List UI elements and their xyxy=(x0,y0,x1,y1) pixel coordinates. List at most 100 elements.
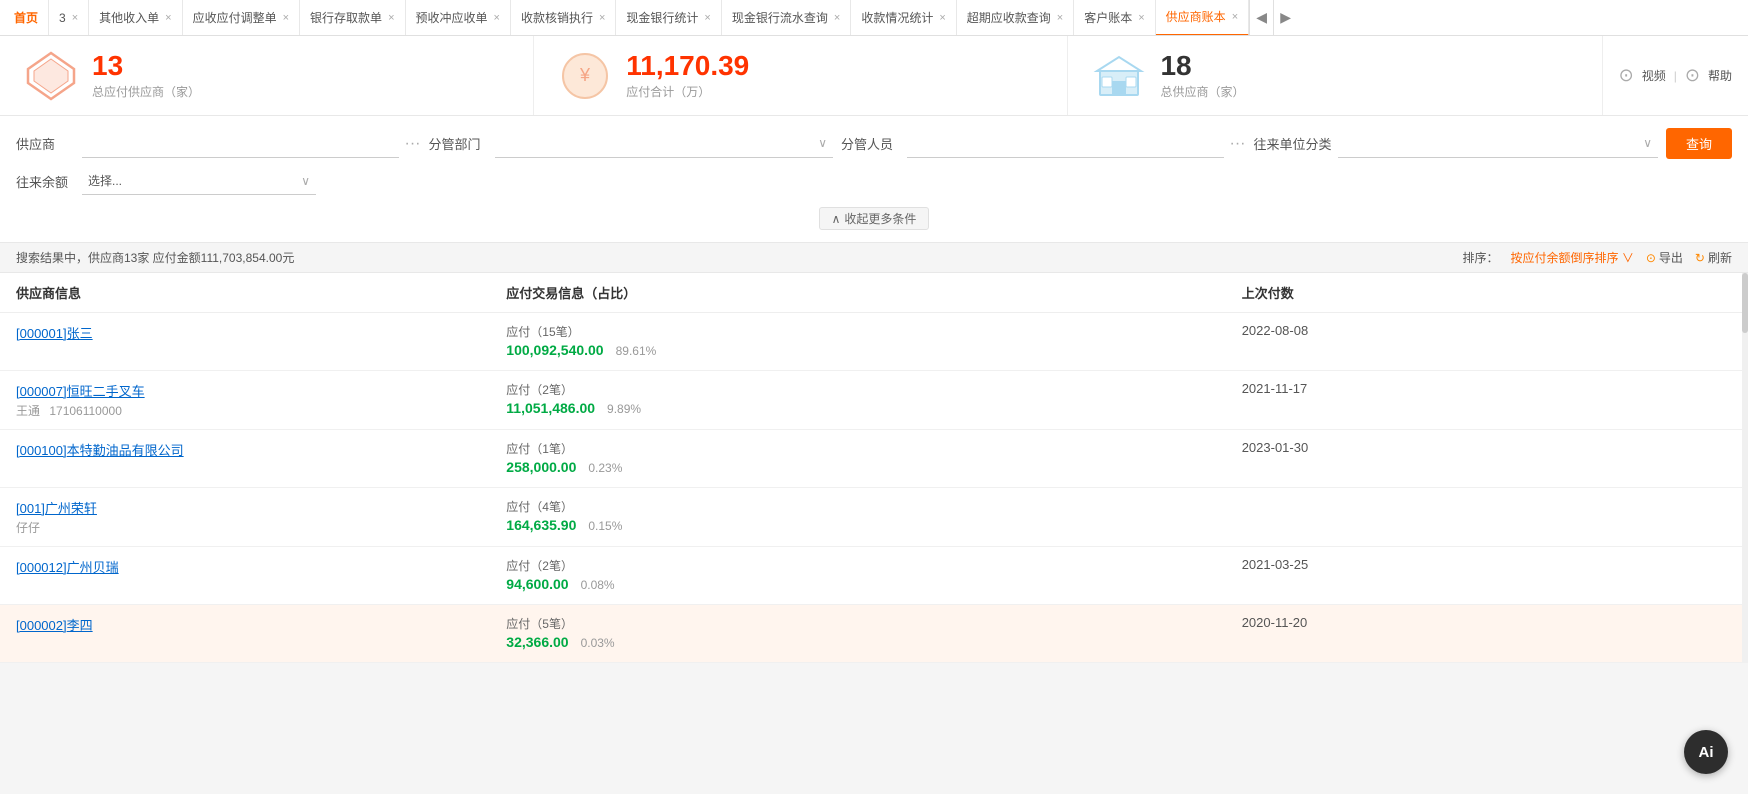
supplier-info-col: [000100]本特勤油品有限公司 xyxy=(16,440,506,459)
payable-info-col-3: 应付（4笔） 164,635.90 0.15% xyxy=(506,498,1241,535)
balance-filter-select[interactable]: 选择... ∨ xyxy=(82,167,316,195)
payable-info-col-5: 应付（5笔） 32,366.00 0.03% xyxy=(506,615,1241,652)
nav-tab-supplier-ledger-close[interactable]: × xyxy=(1232,11,1238,23)
payable-info-col-4: 应付（2笔） 94,600.00 0.08% xyxy=(506,557,1241,594)
top-right-links: ⊙ 视频 | ⊙ 帮助 xyxy=(1603,65,1748,86)
nav-tab-receipt-verify-close[interactable]: × xyxy=(599,12,605,24)
stat-content-payable-suppliers: 13 总应付供应商（家） xyxy=(92,51,200,101)
dept-filter-label: 分管部门 xyxy=(429,134,489,153)
supplier-filter-input[interactable] xyxy=(82,130,399,158)
nav-tab-prepay-ar[interactable]: 预收冲应收单 × xyxy=(406,0,511,36)
col-header-payable: 应付交易信息（占比） xyxy=(506,283,1241,302)
stat-label-total-suppliers: 总供应商（家） xyxy=(1160,83,1244,100)
result-bar: 搜索结果中，供应商13家 应付金额111,703,854.00元 排序： 按应付… xyxy=(0,243,1748,273)
nav-tab-cash-bank-stat-label: 现金银行统计 xyxy=(626,9,698,26)
supplier-link-3[interactable]: [001]广州荣轩 xyxy=(16,498,506,517)
lastpay-col-0: 2022-08-08 xyxy=(1242,323,1732,338)
video-link[interactable]: 视频 xyxy=(1642,67,1666,84)
payable-amount-3: 164,635.90 xyxy=(506,517,576,533)
nav-tab-ar-ap-adjust[interactable]: 应收应付调整单 × xyxy=(183,0,300,36)
supplier-name-5: 李四 xyxy=(67,618,93,633)
supplier-code-1: [000007] xyxy=(16,384,67,399)
ai-button[interactable]: Ai xyxy=(1684,730,1728,774)
balance-select-arrow: ∨ xyxy=(301,174,310,188)
collapse-label: 收起更多条件 xyxy=(844,210,916,227)
nav-tab-other-income-label: 其他收入单 xyxy=(99,9,159,26)
lastpay-col-2: 2023-01-30 xyxy=(1242,440,1732,455)
dept-filter-select[interactable]: ∨ xyxy=(495,130,834,158)
nav-tab-3-close[interactable]: × xyxy=(72,12,78,24)
nav-tab-cash-bank-flow-close[interactable]: × xyxy=(834,12,840,24)
table-row[interactable]: [000007]恒旺二手叉车 王通 17106110000 应付（2笔） 11,… xyxy=(0,371,1748,430)
table-header: 供应商信息 应付交易信息（占比） 上次付数 xyxy=(0,273,1748,313)
payable-label-5: 应付（5笔） xyxy=(506,615,1241,632)
nav-tab-overdue-ar-close[interactable]: × xyxy=(1057,12,1063,24)
table-row[interactable]: [000002]李四 应付（5笔） 32,366.00 0.03% 2020-1… xyxy=(0,605,1748,663)
help-link[interactable]: 帮助 xyxy=(1708,67,1732,84)
nav-tab-customer-ledger[interactable]: 客户账本 × xyxy=(1074,0,1155,36)
supplier-filter-label: 供应商 xyxy=(16,134,76,153)
nav-tab-bank-deposit-close[interactable]: × xyxy=(388,12,394,24)
filter-category: 往来单位分类 ∨ xyxy=(1254,130,1659,158)
filter-balance: 往来余额 选择... ∨ xyxy=(16,167,316,195)
nav-tab-ar-ap-adjust-close[interactable]: × xyxy=(283,12,289,24)
nav-tab-overdue-ar[interactable]: 超期应收款查询 × xyxy=(957,0,1074,36)
table-row[interactable]: [000001]张三 应付（15笔） 100,092,540.00 89.61%… xyxy=(0,313,1748,371)
scrollbar-thumb[interactable] xyxy=(1742,273,1748,333)
payable-amount-4: 94,600.00 xyxy=(506,576,568,592)
payable-label-2: 应付（1笔） xyxy=(506,440,1241,457)
sort-value[interactable]: 按应付余额倒序排序 ∨ xyxy=(1510,249,1633,266)
result-summary-content: 搜索结果中，供应商13家 应付金额111,703,854.00元 xyxy=(16,251,294,265)
nav-tab-receipt-verify[interactable]: 收款核销执行 × xyxy=(511,0,616,36)
payable-amount-2: 258,000.00 xyxy=(506,459,576,475)
nav-tab-cash-bank-stat-close[interactable]: × xyxy=(704,12,710,24)
supplier-link-0[interactable]: [000001]张三 xyxy=(16,323,506,342)
nav-tab-supplier-ledger-label: 供应商账本 xyxy=(1166,8,1226,25)
table-row[interactable]: [000100]本特勤油品有限公司 应付（1笔） 258,000.00 0.23… xyxy=(0,430,1748,488)
nav-tab-3[interactable]: 3 × xyxy=(49,0,89,36)
supplier-link-1[interactable]: [000007]恒旺二手叉车 xyxy=(16,381,506,400)
nav-tab-bank-deposit-label: 银行存取款单 xyxy=(310,9,382,26)
person-filter-input[interactable] xyxy=(907,130,1224,158)
stat-label-payable-suppliers: 总应付供应商（家） xyxy=(92,83,200,100)
nav-tab-home[interactable]: 首页 xyxy=(4,0,49,36)
supplier-filter-dots[interactable]: ··· xyxy=(405,135,421,153)
export-button[interactable]: ⊙ 导出 xyxy=(1646,249,1683,266)
supplier-code-5: [000002] xyxy=(16,618,67,633)
export-label: 导出 xyxy=(1659,249,1683,266)
scrollbar-track[interactable] xyxy=(1742,273,1748,663)
supplier-info-col: [000007]恒旺二手叉车 王通 17106110000 xyxy=(16,381,506,419)
nav-tab-supplier-ledger[interactable]: 供应商账本 × xyxy=(1156,0,1249,36)
payable-info-col-1: 应付（2笔） 11,051,486.00 9.89% xyxy=(506,381,1241,418)
nav-prev-arrow[interactable]: ◀ xyxy=(1249,0,1273,36)
supplier-link-5[interactable]: [000002]李四 xyxy=(16,615,506,634)
nav-tab-bank-deposit[interactable]: 银行存取款单 × xyxy=(300,0,405,36)
stats-bar: 13 总应付供应商（家） ¥ 11,170.39 应付合计（万） xyxy=(0,36,1748,116)
nav-tab-customer-ledger-close[interactable]: × xyxy=(1138,12,1144,24)
nav-tab-receipt-stat-close[interactable]: × xyxy=(939,12,945,24)
nav-tab-receipt-stat[interactable]: 收款情况统计 × xyxy=(851,0,956,36)
category-filter-select[interactable]: ∨ xyxy=(1338,130,1658,158)
supplier-link-4[interactable]: [000012]广州贝瑞 xyxy=(16,557,506,576)
supplier-code-0: [000001] xyxy=(16,326,67,341)
collapse-bar: ∧ 收起更多条件 xyxy=(16,203,1732,234)
nav-tab-ar-ap-adjust-label: 应收应付调整单 xyxy=(193,9,277,26)
nav-tab-other-income-close[interactable]: × xyxy=(165,12,171,24)
table-row[interactable]: [000012]广州贝瑞 应付（2笔） 94,600.00 0.08% 2021… xyxy=(0,547,1748,605)
query-button[interactable]: 查询 xyxy=(1666,128,1732,159)
nav-tab-other-income[interactable]: 其他收入单 × xyxy=(89,0,182,36)
nav-tab-cash-bank-flow[interactable]: 现金银行流水查询 × xyxy=(722,0,851,36)
nav-tab-cash-bank-stat[interactable]: 现金银行统计 × xyxy=(616,0,721,36)
nav-next-arrow[interactable]: ▶ xyxy=(1273,0,1297,36)
result-bar-right: 排序： 按应付余额倒序排序 ∨ ⊙ 导出 ↻ 刷新 xyxy=(1462,249,1732,266)
collapse-button[interactable]: ∧ 收起更多条件 xyxy=(819,207,930,230)
nav-tab-prepay-ar-close[interactable]: × xyxy=(494,12,500,24)
stat-label-payable-total: 应付合计（万） xyxy=(626,83,749,100)
table-row[interactable]: [001]广州荣轩 仔仔 应付（4笔） 164,635.90 0.15% xyxy=(0,488,1748,547)
supplier-contact-1: 王通 17106110000 xyxy=(16,402,506,419)
last-pay-date-4: 2021-03-25 xyxy=(1242,557,1309,572)
stat-block-total-suppliers: 18 总供应商（家） xyxy=(1068,36,1602,115)
refresh-button[interactable]: ↻ 刷新 xyxy=(1695,249,1732,266)
supplier-link-2[interactable]: [000100]本特勤油品有限公司 xyxy=(16,440,506,459)
person-filter-dots[interactable]: ··· xyxy=(1230,135,1246,153)
